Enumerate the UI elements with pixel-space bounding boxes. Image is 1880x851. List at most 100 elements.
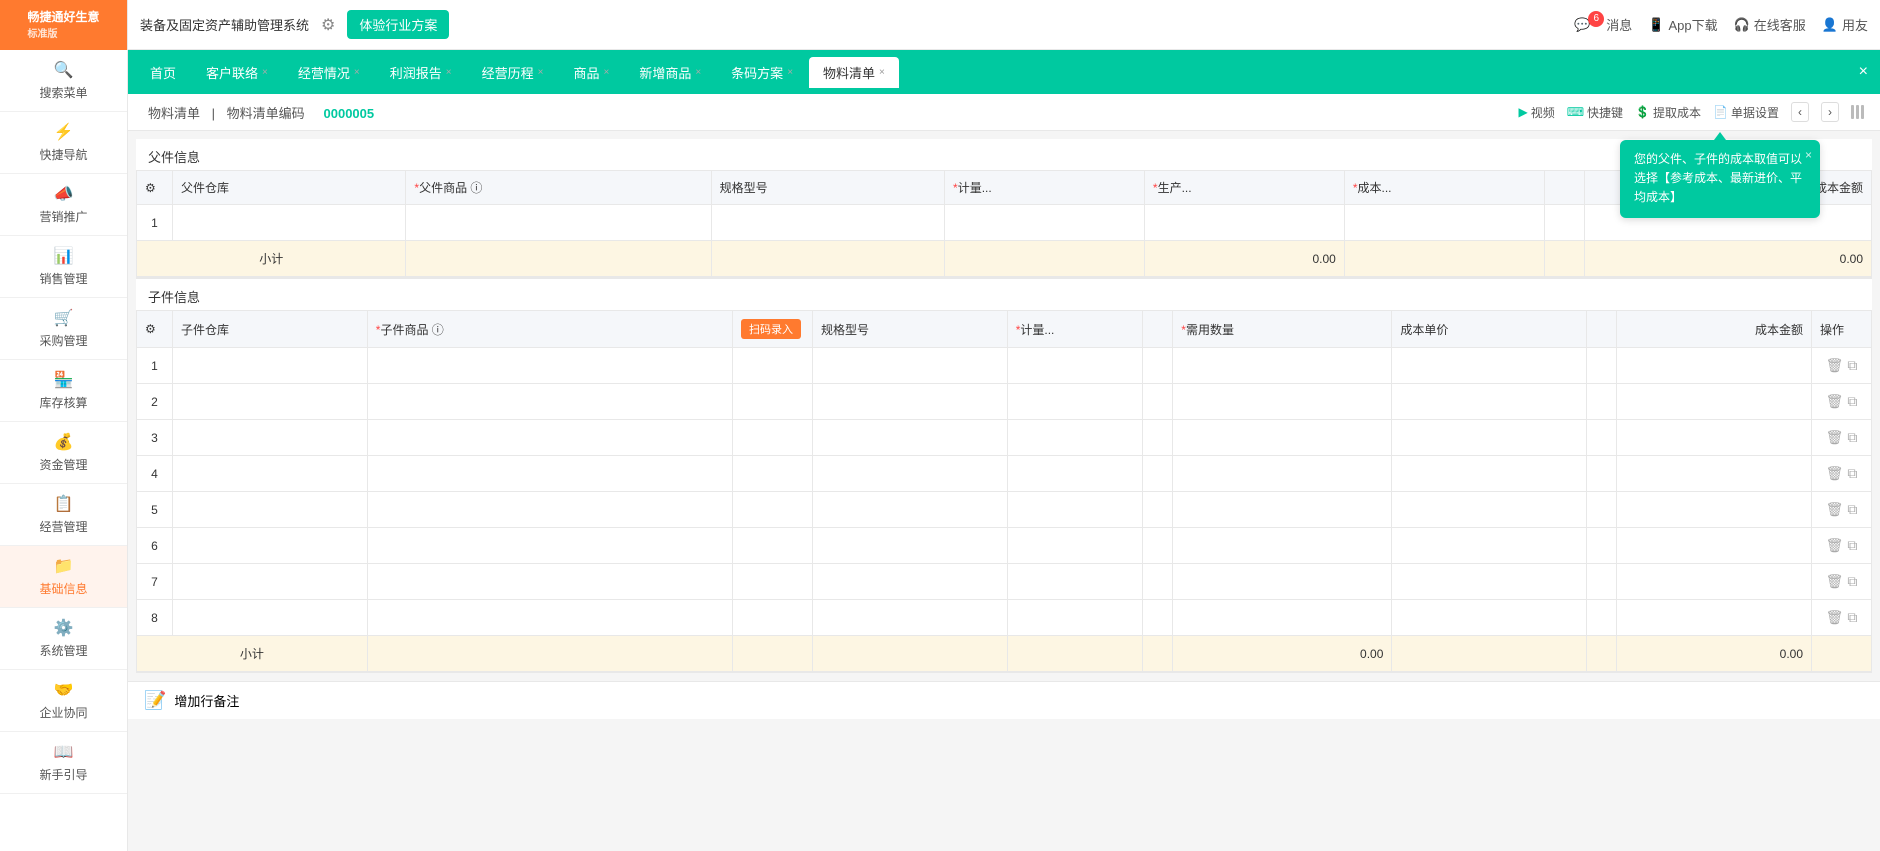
delete-icon-1[interactable]: 🗑 — [1826, 357, 1844, 374]
tab-profit[interactable]: 利润报告 × — [376, 57, 466, 88]
child-cell-unitprice-8[interactable] — [1392, 600, 1587, 636]
shortcut-action[interactable]: ⌨ 快捷键 — [1567, 104, 1623, 121]
delete-icon-3[interactable]: 🗑 — [1826, 429, 1844, 446]
child-cell-qty-1[interactable] — [1173, 348, 1392, 384]
child-cell-amount-4[interactable] — [1617, 456, 1812, 492]
tab-home[interactable]: 首页 — [136, 57, 190, 88]
child-cell-spec-6[interactable] — [812, 528, 1007, 564]
copy-icon-3[interactable]: ⧉ — [1847, 429, 1857, 446]
sidebar-item-operations[interactable]: 📋 经营管理 — [0, 484, 127, 546]
child-cell-warehouse-5[interactable] — [173, 492, 368, 528]
sidebar-item-search[interactable]: 🔍 搜索菜单 — [0, 50, 127, 112]
child-cell-scan-8[interactable] — [732, 600, 812, 636]
sidebar-item-guide[interactable]: 📖 新手引导 — [0, 732, 127, 794]
child-cell-unit-8[interactable] — [1007, 600, 1143, 636]
trial-button[interactable]: 体验行业方案 — [347, 10, 449, 39]
tab-barcode-close[interactable]: × — [787, 67, 793, 78]
breadcrumb-1[interactable]: 物料清单 — [148, 106, 200, 121]
child-cell-product-7[interactable] — [367, 564, 732, 600]
child-cell-product-1[interactable] — [367, 348, 732, 384]
prev-record[interactable]: ‹ — [1791, 102, 1809, 122]
parent-cell-product-1[interactable] — [406, 205, 711, 241]
child-cell-warehouse-6[interactable] — [173, 528, 368, 564]
copy-icon-2[interactable]: ⧉ — [1847, 393, 1857, 410]
child-cell-unitprice-7[interactable] — [1392, 564, 1587, 600]
child-cell-amount-5[interactable] — [1617, 492, 1812, 528]
child-cell-amount-7[interactable] — [1617, 564, 1812, 600]
child-cell-unitprice-1[interactable] — [1392, 348, 1587, 384]
sidebar-item-finance[interactable]: 💰 资金管理 — [0, 422, 127, 484]
copy-icon-7[interactable]: ⧉ — [1847, 573, 1857, 590]
tab-new-goods[interactable]: 新增商品 × — [625, 57, 715, 88]
child-cell-amount-2[interactable] — [1617, 384, 1812, 420]
child-cell-amount-6[interactable] — [1617, 528, 1812, 564]
sidebar-item-basic[interactable]: 📁 基础信息 — [0, 546, 127, 608]
child-cell-qty-4[interactable] — [1173, 456, 1392, 492]
app-download-item[interactable]: 📱 App下载 — [1648, 15, 1717, 34]
user-item[interactable]: 👤 用友 — [1822, 15, 1868, 34]
delete-icon-7[interactable]: 🗑 — [1826, 573, 1844, 590]
delete-icon-8[interactable]: 🗑 — [1826, 609, 1844, 626]
child-cell-scan-7[interactable] — [732, 564, 812, 600]
cost-action[interactable]: 💲 提取成本 — [1635, 104, 1701, 121]
child-cell-qty-2[interactable] — [1173, 384, 1392, 420]
copy-icon-5[interactable]: ⧉ — [1847, 501, 1857, 518]
th-parent-setting[interactable]: ⚙ — [137, 171, 173, 205]
child-cell-spec-3[interactable] — [812, 420, 1007, 456]
child-cell-unitprice-6[interactable] — [1392, 528, 1587, 564]
delete-icon-6[interactable]: 🗑 — [1826, 537, 1844, 554]
tab-goods-close[interactable]: × — [603, 67, 609, 78]
grid-view-icon[interactable] — [1851, 105, 1864, 119]
child-cell-qty-3[interactable] — [1173, 420, 1392, 456]
child-cell-product-6[interactable] — [367, 528, 732, 564]
tab-barcode[interactable]: 条码方案 × — [717, 57, 807, 88]
child-cell-unit-3[interactable] — [1007, 420, 1143, 456]
sidebar-item-system[interactable]: ⚙️ 系统管理 — [0, 608, 127, 670]
online-service-item[interactable]: 🎧 在线客服 — [1734, 15, 1806, 34]
child-cell-unit-6[interactable] — [1007, 528, 1143, 564]
copy-icon-1[interactable]: ⧉ — [1847, 357, 1857, 374]
child-cell-warehouse-3[interactable] — [173, 420, 368, 456]
child-cell-product-8[interactable] — [367, 600, 732, 636]
nav-close-all[interactable]: × — [1855, 59, 1872, 85]
tab-bom-close[interactable]: × — [879, 67, 885, 78]
child-cell-spec-2[interactable] — [812, 384, 1007, 420]
copy-icon-4[interactable]: ⧉ — [1847, 465, 1857, 482]
tab-operations-close[interactable]: × — [354, 67, 360, 78]
tab-profit-close[interactable]: × — [446, 67, 452, 78]
child-cell-warehouse-4[interactable] — [173, 456, 368, 492]
child-cell-amount-8[interactable] — [1617, 600, 1812, 636]
child-cell-scan-2[interactable] — [732, 384, 812, 420]
child-cell-product-4[interactable] — [367, 456, 732, 492]
tab-bom[interactable]: 物料清单 × — [809, 57, 899, 88]
child-cell-unitprice-5[interactable] — [1392, 492, 1587, 528]
parent-cell-spec-1[interactable] — [711, 205, 944, 241]
child-cell-unitprice-4[interactable] — [1392, 456, 1587, 492]
sidebar-item-quicknav[interactable]: ⚡ 快捷导航 — [0, 112, 127, 174]
scan-button[interactable]: 扫码录入 — [741, 319, 801, 339]
parent-cell-unit-1[interactable] — [945, 205, 1145, 241]
child-cell-product-3[interactable] — [367, 420, 732, 456]
child-cell-qty-7[interactable] — [1173, 564, 1392, 600]
child-cell-unit-5[interactable] — [1007, 492, 1143, 528]
parent-cell-cost-1[interactable] — [1344, 205, 1544, 241]
child-cell-unitprice-2[interactable] — [1392, 384, 1587, 420]
child-cell-scan-4[interactable] — [732, 456, 812, 492]
view-action[interactable]: ▶ 视频 — [1518, 104, 1554, 121]
sidebar-item-purchase[interactable]: 🛒 采购管理 — [0, 298, 127, 360]
child-cell-unit-2[interactable] — [1007, 384, 1143, 420]
sidebar-item-enterprise[interactable]: 🤝 企业协同 — [0, 670, 127, 732]
add-row-icon[interactable]: 📝 — [144, 690, 166, 711]
child-cell-warehouse-1[interactable] — [173, 348, 368, 384]
child-cell-warehouse-8[interactable] — [173, 600, 368, 636]
parent-cell-prod-1[interactable] — [1144, 205, 1344, 241]
sidebar-item-inventory[interactable]: 🏪 库存核算 — [0, 360, 127, 422]
copy-icon-6[interactable]: ⧉ — [1847, 537, 1857, 554]
tab-customer-close[interactable]: × — [262, 67, 268, 78]
sidebar-item-sales[interactable]: 📊 销售管理 — [0, 236, 127, 298]
sidebar-item-marketing[interactable]: 📣 营销推广 — [0, 174, 127, 236]
child-cell-unit-7[interactable] — [1007, 564, 1143, 600]
next-record[interactable]: › — [1821, 102, 1839, 122]
child-cell-qty-8[interactable] — [1173, 600, 1392, 636]
tab-operations[interactable]: 经营情况 × — [284, 57, 374, 88]
